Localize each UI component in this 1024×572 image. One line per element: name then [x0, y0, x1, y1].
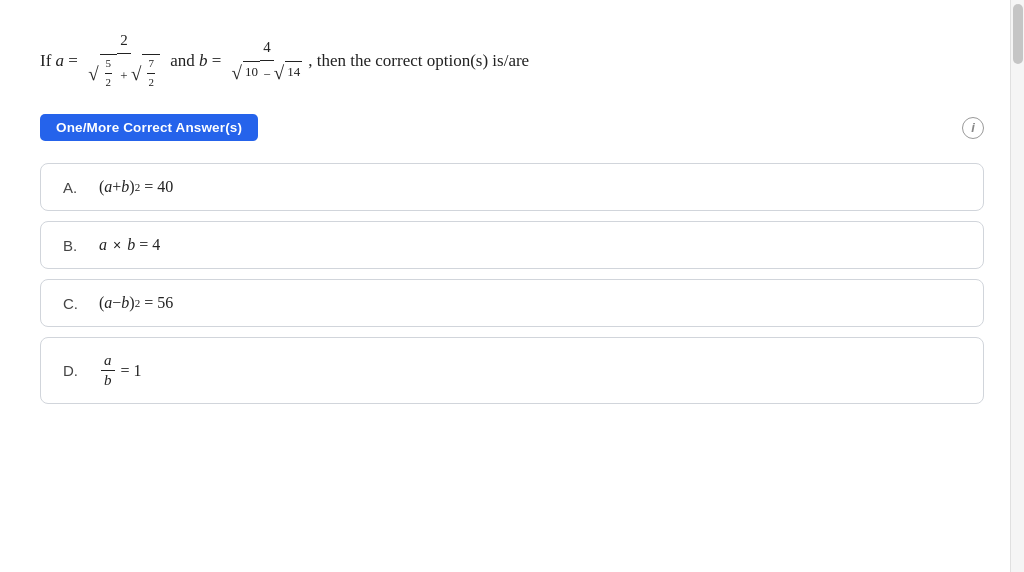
b-denom: √ 10 − √ 14 — [229, 61, 306, 86]
option-d-frac: a b — [101, 352, 115, 389]
a-denom-sqrt2: √ 7 2 — [131, 55, 160, 92]
b-expression: 4 √ 10 − √ 14 — [226, 35, 309, 86]
option-b[interactable]: B. a × b = 4 — [40, 221, 984, 269]
question-prefix: If a = — [40, 47, 82, 74]
scrollbar[interactable] — [1010, 0, 1024, 572]
option-a-label: A. — [63, 179, 83, 196]
b-sqrt1-val: 10 — [243, 61, 260, 83]
option-a[interactable]: A. (a + b)2 = 40 — [40, 163, 984, 211]
a-fraction: 2 √ 5 2 + √ — [85, 28, 163, 92]
question-suffix: , then the correct option(s) is/are — [308, 47, 529, 74]
a-sqrt1-denom: 2 — [105, 74, 113, 92]
option-c-superscript: 2 — [135, 297, 141, 309]
b-fraction: 4 √ 10 − √ 14 — [229, 35, 306, 86]
b-sqrt2-val: 14 — [285, 61, 302, 83]
plus-sign: + — [120, 68, 127, 83]
option-d-content: a b = 1 — [99, 352, 142, 389]
page-container: If a = 2 √ 5 2 + — [0, 0, 1024, 434]
b-sqrt-symbol-1: √ — [232, 63, 242, 82]
b-minus: − — [263, 67, 270, 82]
b-numer: 4 — [260, 35, 274, 61]
option-b-label: B. — [63, 237, 83, 254]
a-numer: 2 — [117, 28, 131, 54]
b-sqrt2-wrap: √ 14 — [274, 62, 302, 84]
option-d[interactable]: D. a b = 1 — [40, 337, 984, 404]
sqrt-symbol-1: √ — [88, 64, 98, 83]
option-b-content: a × b = 4 — [99, 236, 160, 254]
sqrt-symbol-2: √ — [131, 64, 141, 83]
option-a-superscript: 2 — [135, 181, 141, 193]
info-icon[interactable]: i — [962, 117, 984, 139]
option-c-label: C. — [63, 295, 83, 312]
a-sqrt2-numer: 7 — [147, 55, 155, 74]
badge-row: One/More Correct Answer(s) i — [40, 114, 984, 141]
option-c[interactable]: C. (a − b)2 = 56 — [40, 279, 984, 327]
question-text: If a = 2 √ 5 2 + — [40, 18, 984, 92]
answer-type-badge: One/More Correct Answer(s) — [40, 114, 258, 141]
option-d-frac-numer: a — [101, 352, 115, 371]
a-sqrt1-content: 5 2 — [100, 54, 118, 91]
option-d-frac-denom: b — [101, 371, 115, 389]
a-sqrt1-numer: 5 — [105, 55, 113, 74]
a-expression: 2 √ 5 2 + √ — [82, 28, 166, 92]
times-symbol: × — [113, 237, 121, 253]
scrollbar-thumb[interactable] — [1013, 4, 1023, 64]
a-sqrt2-frac: 7 2 — [147, 55, 155, 91]
option-a-content: (a + b)2 = 40 — [99, 178, 173, 196]
option-c-content: (a − b)2 = 56 — [99, 294, 173, 312]
a-sqrt2-content: 7 2 — [142, 54, 160, 91]
options-list: A. (a + b)2 = 40 B. a × b = 4 C. (a − b)… — [40, 163, 984, 404]
option-d-label: D. — [63, 362, 83, 379]
b-sqrt1-wrap: √ 10 — [232, 62, 260, 84]
a-sqrt2-denom: 2 — [147, 74, 155, 92]
a-denom-sqrt1: √ 5 2 — [88, 55, 117, 92]
b-sqrt-symbol-2: √ — [274, 63, 284, 82]
a-denom: √ 5 2 + √ 7 — [85, 54, 163, 92]
a-sqrt1-frac: 5 2 — [105, 55, 113, 91]
badge-label: One/More Correct Answer(s) — [56, 120, 242, 135]
and-label: and b = — [166, 47, 226, 74]
